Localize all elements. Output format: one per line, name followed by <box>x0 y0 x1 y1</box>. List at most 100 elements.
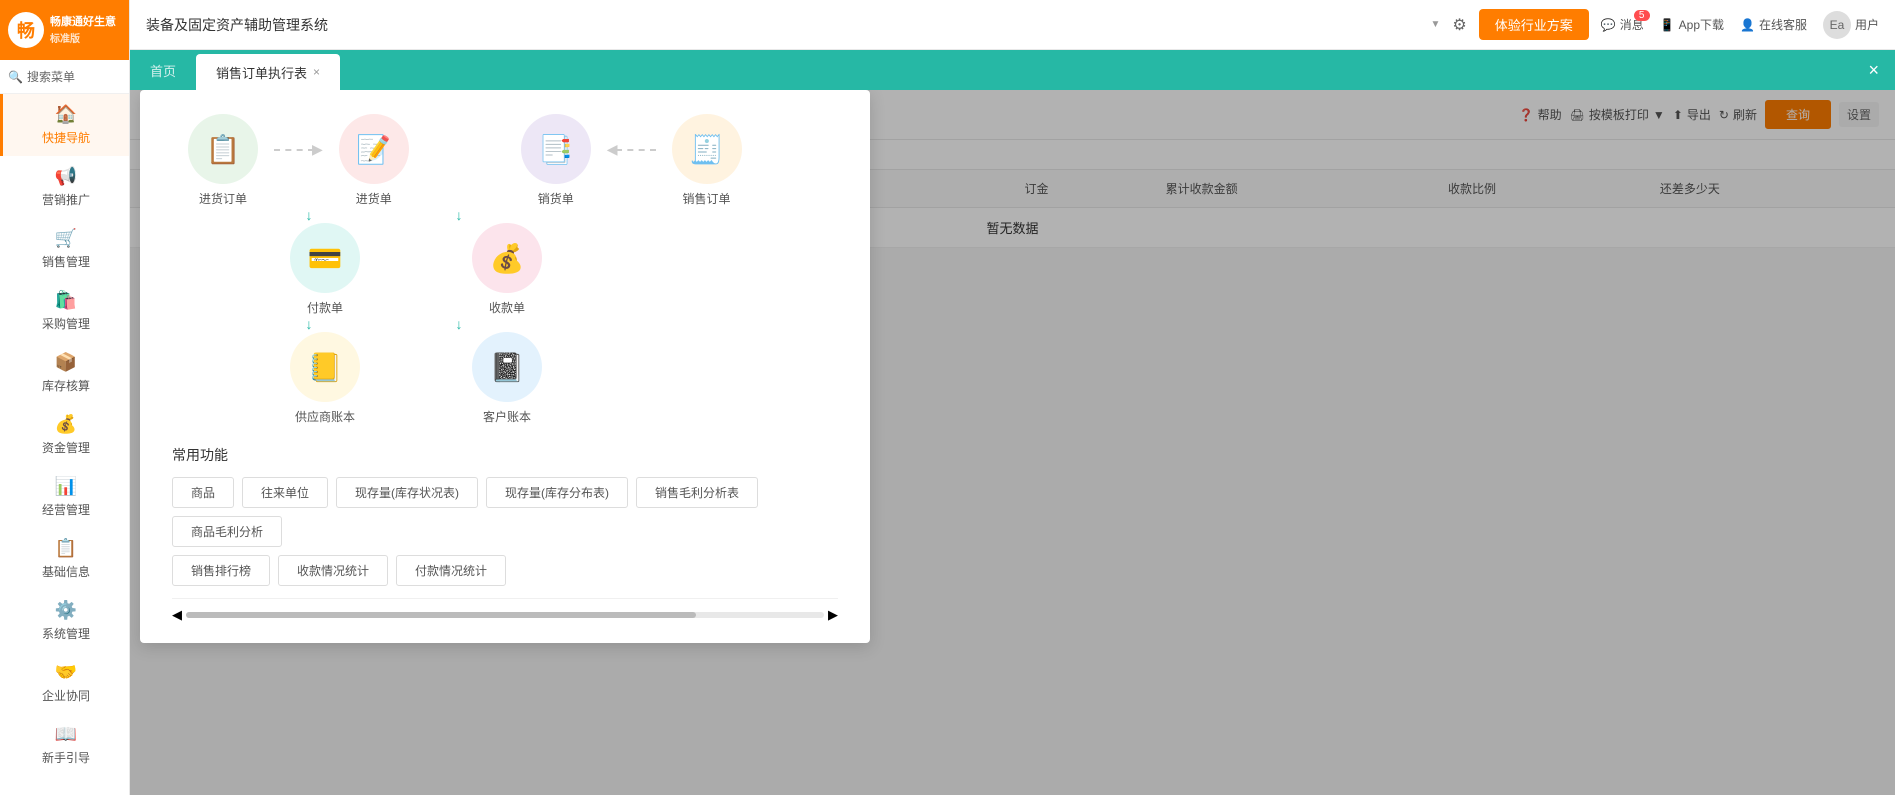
func-btn-sales-rank[interactable]: 销售排行榜 <box>172 555 270 586</box>
trial-button[interactable]: 体验行业方案 <box>1479 9 1589 40</box>
flow-node-receipt[interactable]: 💰 收款单 <box>472 223 542 316</box>
flow-node-customer-ledger[interactable]: 📓 客户账本 <box>472 332 542 425</box>
app-download-label: App下载 <box>1679 16 1724 33</box>
sales-order-circle: 🧾 <box>672 114 742 184</box>
online-service-button[interactable]: 👤 在线客服 <box>1740 16 1807 33</box>
sales-order-icon: 🧾 <box>689 133 724 166</box>
message-badge: 5 <box>1634 10 1650 21</box>
func-btn-stock-status[interactable]: 现存量(库存状况表) <box>336 477 478 508</box>
common-functions: 常用功能 商品 往来单位 现存量(库存状况表) 现存量(库存分布表) 销售毛利分… <box>172 445 838 586</box>
tabbar-close-button[interactable]: × <box>1852 60 1895 81</box>
down-arrow2: ↓ <box>424 207 494 223</box>
dropdown-arrow-icon: ▼ <box>1430 19 1440 30</box>
sidebar-item-quick-nav[interactable]: 🏠 快捷导航 <box>0 94 129 156</box>
page-content: yyyy-mm-dd 📅 单据状态 ▼ ❓ 帮助 🖨 按模板 <box>130 90 1895 795</box>
flow-row4: ↓ ↓ <box>172 316 838 332</box>
app-download-button[interactable]: 📱 App下载 <box>1660 16 1724 33</box>
sales-bill-circle: 📑 <box>521 114 591 184</box>
tab-home[interactable]: 首页 <box>130 50 196 90</box>
purchase-order-label: 进货订单 <box>199 190 247 207</box>
purchase-bill-circle: 📝 <box>339 114 409 184</box>
scroll-thumb <box>186 612 696 618</box>
func-btn-stock-dist[interactable]: 现存量(库存分布表) <box>486 477 628 508</box>
scroll-right-icon[interactable]: ▶ <box>828 607 838 623</box>
message-button[interactable]: 💬 消息 5 <box>1601 16 1644 33</box>
enterprise-icon: 🤝 <box>55 662 77 683</box>
sidebar-item-inventory[interactable]: 📦 库存核算 <box>0 342 129 404</box>
purchase-order-icon: 📋 <box>206 133 241 166</box>
overlay[interactable]: 📋 进货订单 ▶ 📝 <box>130 90 1895 795</box>
operations-icon: 📊 <box>55 476 77 497</box>
customer-ledger-icon: 📓 <box>490 351 525 384</box>
flow-arrow1: ▶ <box>274 141 323 180</box>
tab-sales-order-label: 销售订单执行表 <box>216 63 307 82</box>
sidebar-item-enterprise[interactable]: 🤝 企业协同 <box>0 652 129 714</box>
tab-close-icon[interactable]: × <box>313 65 320 79</box>
basic-info-icon: 📋 <box>55 538 77 559</box>
func-btn-goods-profit[interactable]: 商品毛利分析 <box>172 516 282 547</box>
sidebar-item-label: 销售管理 <box>42 253 90 270</box>
flow-arrow2: ◀ <box>607 141 656 180</box>
sidebar-item-label: 库存核算 <box>42 377 90 394</box>
sidebar-item-label: 采购管理 <box>42 315 90 332</box>
sidebar-item-label: 新手引导 <box>42 749 90 766</box>
tab-sales-order[interactable]: 销售订单执行表 × <box>196 54 340 90</box>
sidebar-item-sales[interactable]: 🛒 销售管理 <box>0 218 129 280</box>
sidebar-item-purchase[interactable]: 🛍️ 采购管理 <box>0 280 129 342</box>
settings-icon[interactable]: ⚙ <box>1452 15 1466 35</box>
guide-icon: 📖 <box>55 724 77 745</box>
supplier-ledger-circle: 📒 <box>290 332 360 402</box>
receipt-label: 收款单 <box>489 299 525 316</box>
inventory-icon: 📦 <box>55 352 77 373</box>
flow-node-sales-bill[interactable]: 📑 销货单 <box>521 114 591 207</box>
purchase-bill-label: 进货单 <box>356 190 392 207</box>
service-icon: 👤 <box>1740 18 1755 32</box>
tabbar: 首页 销售订单执行表 × × <box>130 50 1895 90</box>
sidebar-item-operations[interactable]: 📊 经营管理 <box>0 466 129 528</box>
sidebar-item-system[interactable]: ⚙️ 系统管理 <box>0 590 129 652</box>
sidebar: 畅 畅康通好生意 标准版 🔍 搜索菜单 🏠 快捷导航 📢 营销推广 🛒 销售管理 <box>0 0 130 795</box>
purchase-icon: 🛍️ <box>55 290 77 311</box>
func-btn-payment-stats[interactable]: 付款情况统计 <box>396 555 506 586</box>
sidebar-item-label: 快捷导航 <box>42 129 90 146</box>
flow-row1: 📋 进货订单 ▶ 📝 <box>172 114 838 207</box>
sidebar-item-basic-info[interactable]: 📋 基础信息 <box>0 528 129 590</box>
sidebar-item-label: 企业协同 <box>42 687 90 704</box>
app-download-icon: 📱 <box>1660 18 1675 32</box>
func-btn-goods[interactable]: 商品 <box>172 477 234 508</box>
flow-node-purchase-order[interactable]: 📋 进货订单 <box>188 114 258 207</box>
sidebar-item-finance[interactable]: 💰 资金管理 <box>0 404 129 466</box>
quicknav-popup: 📋 进货订单 ▶ 📝 <box>140 90 870 643</box>
tab-home-label: 首页 <box>150 61 176 80</box>
scroll-track[interactable] <box>186 612 824 618</box>
payment-circle: 💳 <box>290 223 360 293</box>
user-profile[interactable]: Ea 用户 <box>1823 11 1879 39</box>
marketing-icon: 📢 <box>55 166 77 187</box>
topbar-right: 💬 消息 5 📱 App下载 👤 在线客服 Ea 用户 <box>1601 11 1879 39</box>
scroll-left-icon[interactable]: ◀ <box>172 607 182 623</box>
sidebar-item-guide[interactable]: 📖 新手引导 <box>0 714 129 776</box>
payment-icon: 💳 <box>308 242 343 275</box>
purchase-bill-icon: 📝 <box>356 133 391 166</box>
flow-row5: 📒 供应商账本 📓 客户账本 <box>172 332 838 425</box>
sidebar-search[interactable]: 🔍 搜索菜单 <box>0 60 129 94</box>
func-btn-receipt-stats[interactable]: 收款情况统计 <box>278 555 388 586</box>
flow-node-supplier-ledger[interactable]: 📒 供应商账本 <box>290 332 360 425</box>
func-btn-sales-profit[interactable]: 销售毛利分析表 <box>636 477 758 508</box>
flow-node-sales-order[interactable]: 🧾 销售订单 <box>672 114 742 207</box>
quick-nav-icon: 🏠 <box>55 104 77 125</box>
finance-icon: 💰 <box>55 414 77 435</box>
sidebar-item-marketing[interactable]: 📢 营销推广 <box>0 156 129 218</box>
customer-ledger-label: 客户账本 <box>483 408 531 425</box>
flow-node-purchase-bill[interactable]: 📝 进货单 <box>339 114 409 207</box>
logo-title: 畅康通好生意 <box>50 15 116 30</box>
down-arrow3: ↓ <box>274 316 344 332</box>
func-btn-counterparty[interactable]: 往来单位 <box>242 477 328 508</box>
app-logo: 畅 畅康通好生意 标准版 <box>0 0 129 60</box>
flow-node-payment[interactable]: 💳 付款单 <box>290 223 360 316</box>
service-label: 在线客服 <box>1759 16 1807 33</box>
system-icon: ⚙️ <box>55 600 77 621</box>
system-title: 装备及固定资产辅助管理系统 <box>146 15 1418 35</box>
supplier-ledger-label: 供应商账本 <box>295 408 355 425</box>
sales-bill-label: 销货单 <box>538 190 574 207</box>
